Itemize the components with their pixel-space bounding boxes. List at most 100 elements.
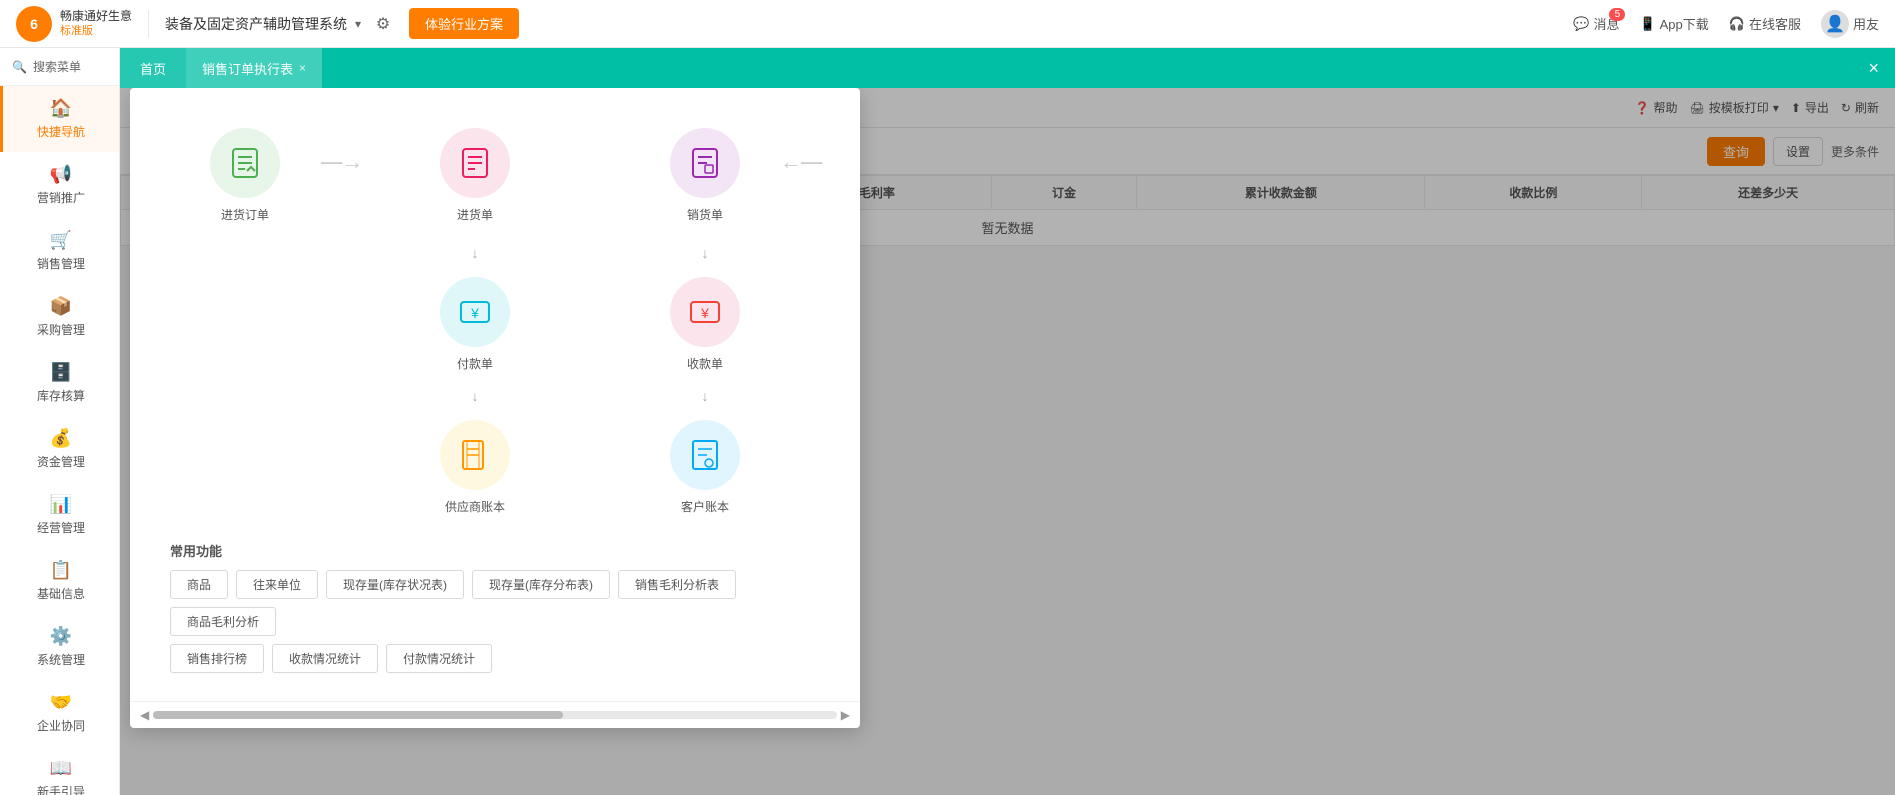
flow-diagram-row2: ¥ 付款单 ¥ 收款单	[170, 267, 820, 382]
payment-slip-label: 付款单	[457, 355, 493, 372]
receipt-slip-label: 收款单	[687, 355, 723, 372]
app-download-action[interactable]: 📱 App下载	[1639, 14, 1708, 33]
flow-node-supplier-ledger[interactable]: 供应商账本	[400, 410, 550, 525]
purchase-slip-label: 进货单	[457, 206, 493, 223]
supplier-ledger-circle	[440, 420, 510, 490]
enterprise-icon: 🤝	[50, 692, 72, 713]
purchase-slip-circle	[440, 128, 510, 198]
sidebar-item-enterprise[interactable]: 🤝 企业协同	[0, 680, 119, 746]
flow-node-receipt-slip[interactable]: ¥ 收款单	[630, 267, 780, 382]
logo-area: 6 畅康通好生意 标准版	[16, 6, 136, 42]
flow-diagram-row3: 供应商账本 客户账本	[170, 410, 820, 525]
marketing-icon: 📢	[50, 164, 72, 185]
arrow-purchase-order-to-slip: ----→	[320, 149, 400, 203]
flow-node-purchase-slip[interactable]: 进货单	[400, 118, 550, 233]
avatar: 👤	[1821, 10, 1849, 38]
main-layout: 🔍 搜索菜单 🏠 快捷导航 📢 营销推广 🛒 销售管理 📦 采购管理 🗄️ 库存…	[0, 48, 1895, 795]
func-btn-payment-stats[interactable]: 付款情况统计	[386, 644, 492, 673]
sidebar-item-newuser[interactable]: 📖 新手引导	[0, 746, 119, 795]
content-area: 首页 销售订单执行表 × × ❓ 帮助 🖨 按模板打印 ▾	[120, 48, 1895, 795]
app-logo-icon: 6	[16, 6, 52, 42]
func-btn-goods-margin[interactable]: 商品毛利分析	[170, 607, 276, 636]
svg-text:¥: ¥	[700, 305, 709, 321]
func-btn-sales-rank[interactable]: 销售排行榜	[170, 644, 264, 673]
sidebar-item-purchase[interactable]: 📦 采购管理	[0, 284, 119, 350]
flow-node-payment-slip[interactable]: ¥ 付款单	[400, 267, 550, 382]
header-right: 💬 消息 5 📱 App下载 🎧 在线客服 👤 用友	[1573, 10, 1879, 38]
func-btn-goods[interactable]: 商品	[170, 570, 228, 599]
settings-gear-icon[interactable]: ⚙	[369, 10, 397, 38]
search-menu[interactable]: 🔍 搜索菜单	[0, 48, 119, 86]
func-btn-receipt-stats[interactable]: 收款情况统计	[272, 644, 378, 673]
sales-slip-circle	[670, 128, 740, 198]
sidebar-item-sales[interactable]: 🛒 销售管理	[0, 218, 119, 284]
tab-bar-close-button[interactable]: ×	[1852, 58, 1895, 79]
func-btn-stock-dist[interactable]: 现存量(库存分布表)	[472, 570, 610, 599]
svg-text:6: 6	[30, 16, 38, 32]
scroll-right-arrow[interactable]: ▶	[841, 708, 850, 722]
func-btn-stock-status[interactable]: 现存量(库存状况表)	[326, 570, 464, 599]
tab-close-icon[interactable]: ×	[299, 61, 306, 75]
svg-text:¥: ¥	[470, 305, 479, 321]
flow-node-sales-slip[interactable]: 销货单	[630, 118, 780, 233]
arrow-down-payment: ↓	[400, 386, 550, 406]
sales-icon: 🛒	[50, 230, 72, 251]
sidebar-item-finance[interactable]: 💰 资金管理	[0, 416, 119, 482]
sidebar: 🔍 搜索菜单 🏠 快捷导航 📢 营销推广 🛒 销售管理 📦 采购管理 🗄️ 库存…	[0, 48, 120, 795]
header-left: 6 畅康通好生意 标准版 装备及固定资产辅助管理系统 ▾ ⚙ 体验行业方案	[16, 6, 519, 42]
finance-icon: 💰	[50, 428, 72, 449]
common-functions-title: 常用功能	[170, 541, 820, 560]
sidebar-item-inventory[interactable]: 🗄️ 库存核算	[0, 350, 119, 416]
modal-overlay: 进货订单 ----→ 进货单	[120, 88, 1895, 795]
flow-arrows-row2: ↓ ↓	[170, 386, 820, 406]
arrow-down-receipt: ↓	[630, 386, 780, 406]
common-functions: 常用功能 商品 往来单位 现存量(库存状况表) 现存量(库存分布表) 销售毛利分…	[170, 541, 820, 673]
user-profile-action[interactable]: 👤 用友	[1821, 10, 1879, 38]
tab-sales-order[interactable]: 销售订单执行表 ×	[186, 48, 322, 88]
sidebar-item-marketing[interactable]: 📢 营销推广	[0, 152, 119, 218]
func-btn-partners[interactable]: 往来单位	[236, 570, 318, 599]
modal-content: 进货订单 ----→ 进货单	[130, 88, 860, 701]
sidebar-item-basic[interactable]: 📋 基础信息	[0, 548, 119, 614]
scrollbar-thumb	[153, 711, 563, 719]
flow-node-purchase-order[interactable]: 进货订单	[170, 118, 320, 233]
scrollbar-track[interactable]	[153, 711, 837, 719]
message-badge: 5	[1609, 8, 1625, 21]
trial-button[interactable]: 体验行业方案	[409, 8, 519, 39]
flow-arrows-row: ↓ ↓	[170, 243, 820, 263]
flow-node-customer-ledger[interactable]: 客户账本	[630, 410, 780, 525]
message-action[interactable]: 💬 消息 5	[1573, 14, 1619, 33]
payment-slip-circle: ¥	[440, 277, 510, 347]
tab-home[interactable]: 首页	[120, 48, 186, 88]
func-buttons-row1: 商品 往来单位 现存量(库存状况表) 现存量(库存分布表) 销售毛利分析表 商品…	[170, 570, 820, 636]
modal-scrollbar: ◀ ▶	[130, 701, 860, 728]
func-buttons-row2: 销售排行榜 收款情况统计 付款情况统计	[170, 644, 820, 673]
sidebar-item-quick-nav[interactable]: 🏠 快捷导航	[0, 86, 119, 152]
inventory-icon: 🗄️	[50, 362, 72, 383]
sidebar-item-system[interactable]: ⚙️ 系统管理	[0, 614, 119, 680]
flow-diagram-row1: 进货订单 ----→ 进货单	[170, 118, 820, 233]
scroll-left-arrow[interactable]: ◀	[140, 708, 149, 722]
func-btn-sales-margin[interactable]: 销售毛利分析表	[618, 570, 736, 599]
system-dropdown-button[interactable]: ▾	[355, 17, 361, 31]
system-title: 装备及固定资产辅助管理系统	[165, 14, 347, 34]
app-title-area: 装备及固定资产辅助管理系统 ▾ ⚙	[148, 10, 397, 38]
receipt-slip-circle: ¥	[670, 277, 740, 347]
modal-box: 进货订单 ----→ 进货单	[130, 88, 860, 728]
download-icon: 📱	[1639, 16, 1655, 32]
service-icon: 🎧	[1729, 16, 1745, 32]
sales-slip-label: 销货单	[687, 206, 723, 223]
sidebar-item-operation[interactable]: 📊 经营管理	[0, 482, 119, 548]
tab-bar: 首页 销售订单执行表 × ×	[120, 48, 1895, 88]
purchase-order-label: 进货订单	[221, 206, 269, 223]
top-header: 6 畅康通好生意 标准版 装备及固定资产辅助管理系统 ▾ ⚙ 体验行业方案 💬 …	[0, 0, 1895, 48]
basic-icon: 📋	[50, 560, 72, 581]
arrow-down-purchase-slip: ↓	[400, 243, 550, 263]
customer-ledger-label: 客户账本	[681, 498, 729, 515]
customer-ledger-circle	[670, 420, 740, 490]
logo-text: 畅康通好生意 标准版	[60, 9, 132, 39]
quick-nav-icon: 🏠	[50, 98, 72, 119]
online-service-action[interactable]: 🎧 在线客服	[1729, 14, 1801, 33]
system-icon: ⚙️	[50, 626, 72, 647]
message-icon: 💬	[1573, 16, 1589, 32]
